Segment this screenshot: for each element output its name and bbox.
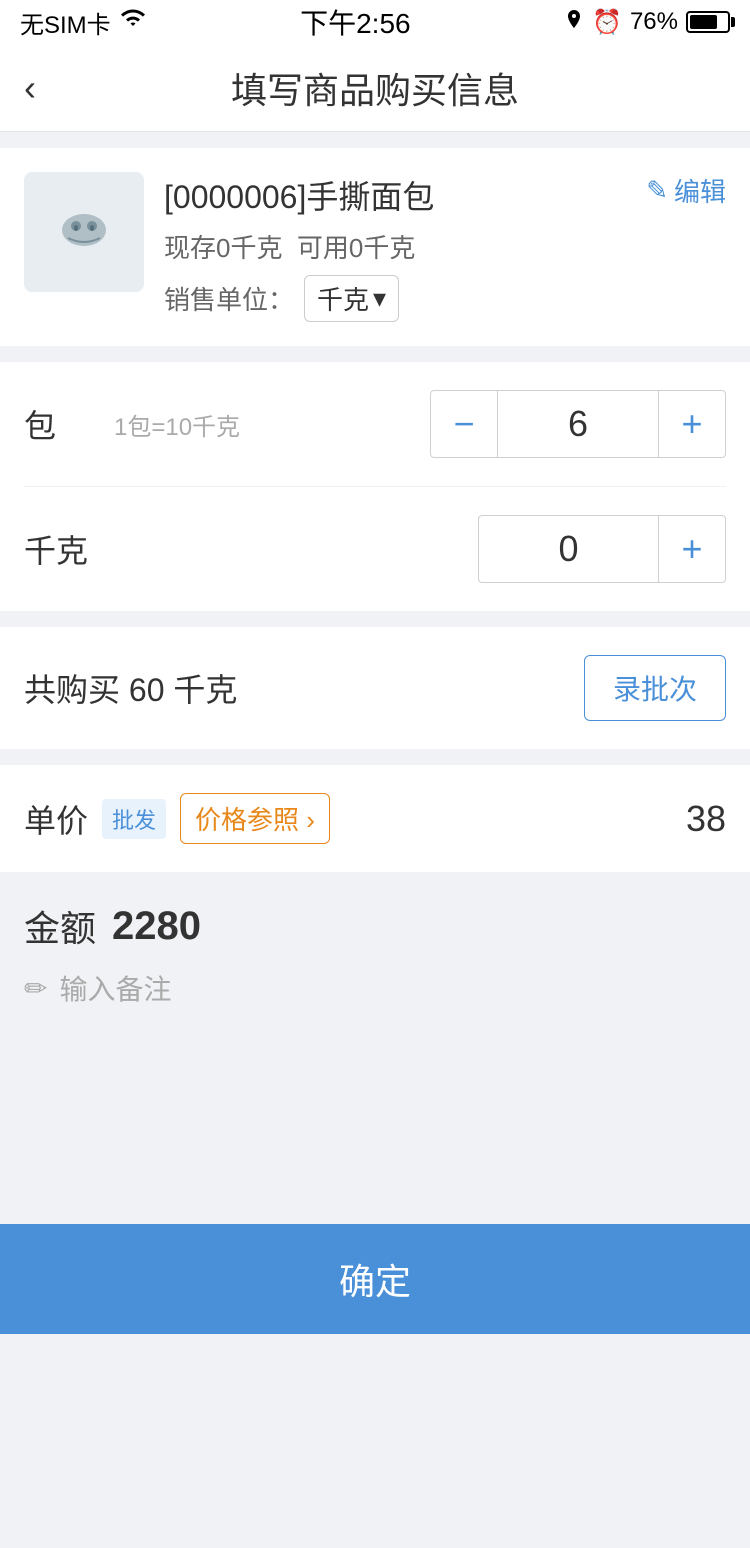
total-section: 共购买 60 千克 录批次 [0,627,750,749]
page-title: 填写商品购买信息 [231,62,519,114]
amount-label: 金额 [24,900,96,952]
product-thumbnail [24,172,144,292]
bao-label: 包 [24,401,104,447]
price-type-tag: 批发 [102,799,166,839]
battery-icon [686,11,730,33]
total-row: 共购买 60 千克 录批次 [24,627,726,749]
bao-input[interactable] [498,390,658,458]
price-ref-button[interactable]: 价格参照 › [180,793,330,844]
price-row: 单价 批发 价格参照 › 38 [24,793,726,844]
record-batch-button[interactable]: 录批次 [584,655,726,721]
kg-plus-button[interactable]: + [658,515,726,583]
amount-row: 金额 2280 [24,900,726,952]
back-button[interactable]: ‹ [24,67,36,109]
kg-input[interactable] [478,515,658,583]
unit-select[interactable]: 千克 ▾ [304,275,399,322]
quantity-section: 包 1包=10千克 − + 千克 + [0,362,750,611]
main-content: [0000006]手撕面包 现存0千克 可用0千克 销售单位： 千克 ▾ ✎ 编… [0,148,750,1548]
kg-controls: + [478,515,726,583]
status-time: 下午2:56 [300,2,411,42]
edit-icon: ✎ [646,175,668,206]
total-label: 共购买 60 千克 [24,665,237,711]
bao-plus-button[interactable]: + [658,390,726,458]
note-row[interactable]: ✏ 输入备注 [24,968,726,1008]
confirm-label: 确定 [339,1253,411,1305]
kg-quantity-row: 千克 + [24,487,726,611]
bao-quantity-row: 包 1包=10千克 − + [24,362,726,487]
confirm-bar[interactable]: 确定 [0,1224,750,1334]
bao-minus-button[interactable]: − [430,390,498,458]
product-info: [0000006]手撕面包 现存0千克 可用0千克 销售单位： 千克 ▾ [164,172,726,322]
product-name: [0000006]手撕面包 [164,172,726,218]
note-placeholder: 输入备注 [59,968,171,1008]
price-label: 单价 [24,796,88,842]
alarm-icon: ⏰ [592,8,622,37]
kg-label: 千克 [24,526,104,572]
price-value: 38 [686,798,726,840]
product-stock: 现存0千克 可用0千克 [164,228,726,265]
edit-button[interactable]: ✎ 编辑 [646,172,726,209]
product-card: [0000006]手撕面包 现存0千克 可用0千克 销售单位： 千克 ▾ ✎ 编… [0,148,750,346]
status-left: 无SIM卡 [20,5,147,40]
bao-hint: 1包=10千克 [114,407,430,442]
status-bar: 无SIM卡 下午2:56 ⏰ 76% [0,0,750,44]
location-icon [564,8,584,37]
carrier-text: 无SIM卡 [20,5,111,40]
pencil-icon: ✏ [24,972,47,1005]
price-section: 单价 批发 价格参照 › 38 [0,765,750,872]
status-right: ⏰ 76% [564,8,730,37]
amount-section: 金额 2280 ✏ 输入备注 [0,872,750,1028]
bao-controls: − + [430,390,726,458]
battery-pct: 76% [630,8,678,36]
chevron-down-icon: ▾ [373,283,386,314]
amount-value: 2280 [112,904,201,949]
nav-bar: ‹ 填写商品购买信息 [0,44,750,132]
product-unit: 销售单位： 千克 ▾ [164,275,726,322]
wifi-icon [119,8,147,37]
